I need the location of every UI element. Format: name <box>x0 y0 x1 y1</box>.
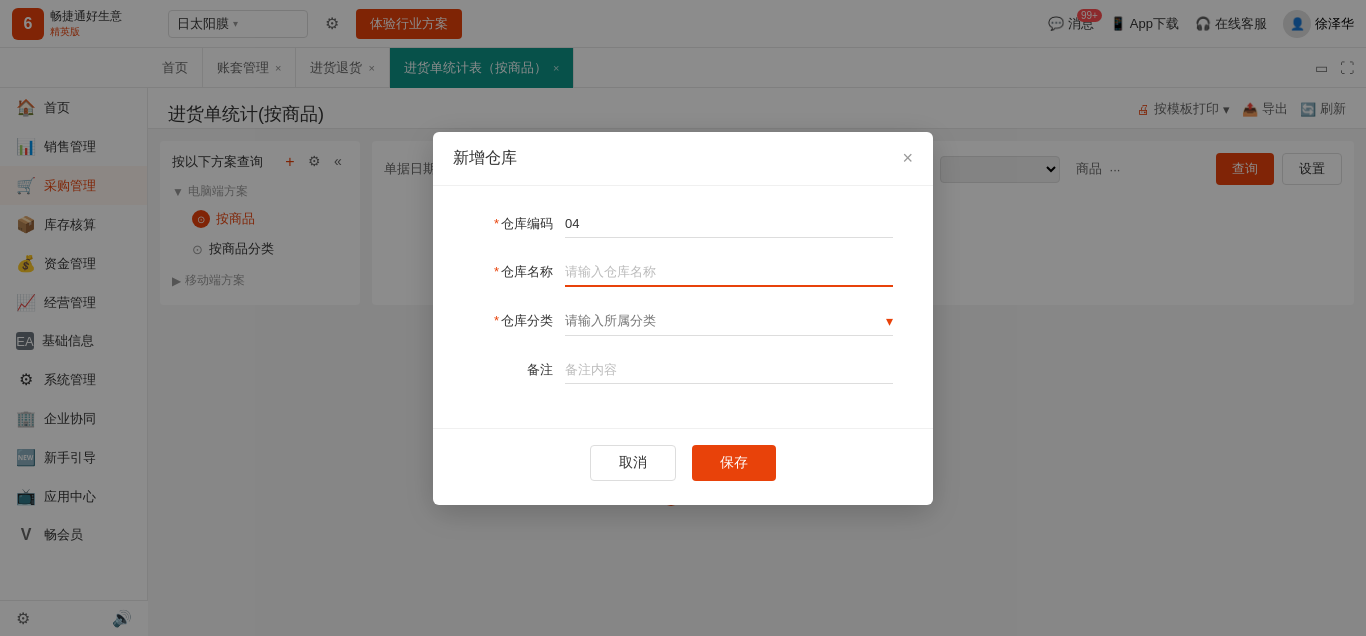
category-select-wrap[interactable]: ▾ <box>565 307 893 336</box>
name-label: 仓库名称 <box>473 263 553 281</box>
dialog-footer: 取消 保存 <box>433 428 933 505</box>
category-input[interactable] <box>565 313 886 328</box>
form-row-name: 仓库名称 <box>473 258 893 287</box>
code-label: 仓库编码 <box>473 215 553 233</box>
category-label: 仓库分类 <box>473 312 553 330</box>
category-dropdown-arrow: ▾ <box>886 313 893 329</box>
dialog-close-button[interactable]: × <box>902 148 913 169</box>
add-warehouse-dialog: 新增仓库 × 仓库编码 仓库名称 仓库分类 ▾ <box>433 132 933 505</box>
dialog-header: 新增仓库 × <box>433 132 933 186</box>
save-button[interactable]: 保存 <box>692 445 776 481</box>
note-label: 备注 <box>473 361 553 379</box>
dialog-body: 仓库编码 仓库名称 仓库分类 ▾ 备注 <box>433 186 933 428</box>
modal-overlay: 新增仓库 × 仓库编码 仓库名称 仓库分类 ▾ <box>0 0 1366 636</box>
note-input[interactable] <box>565 356 893 384</box>
cancel-button[interactable]: 取消 <box>590 445 676 481</box>
dialog-title: 新增仓库 <box>453 148 517 169</box>
form-row-note: 备注 <box>473 356 893 384</box>
code-input[interactable] <box>565 210 893 238</box>
form-row-code: 仓库编码 <box>473 210 893 238</box>
form-row-category: 仓库分类 ▾ <box>473 307 893 336</box>
name-input[interactable] <box>565 258 893 287</box>
